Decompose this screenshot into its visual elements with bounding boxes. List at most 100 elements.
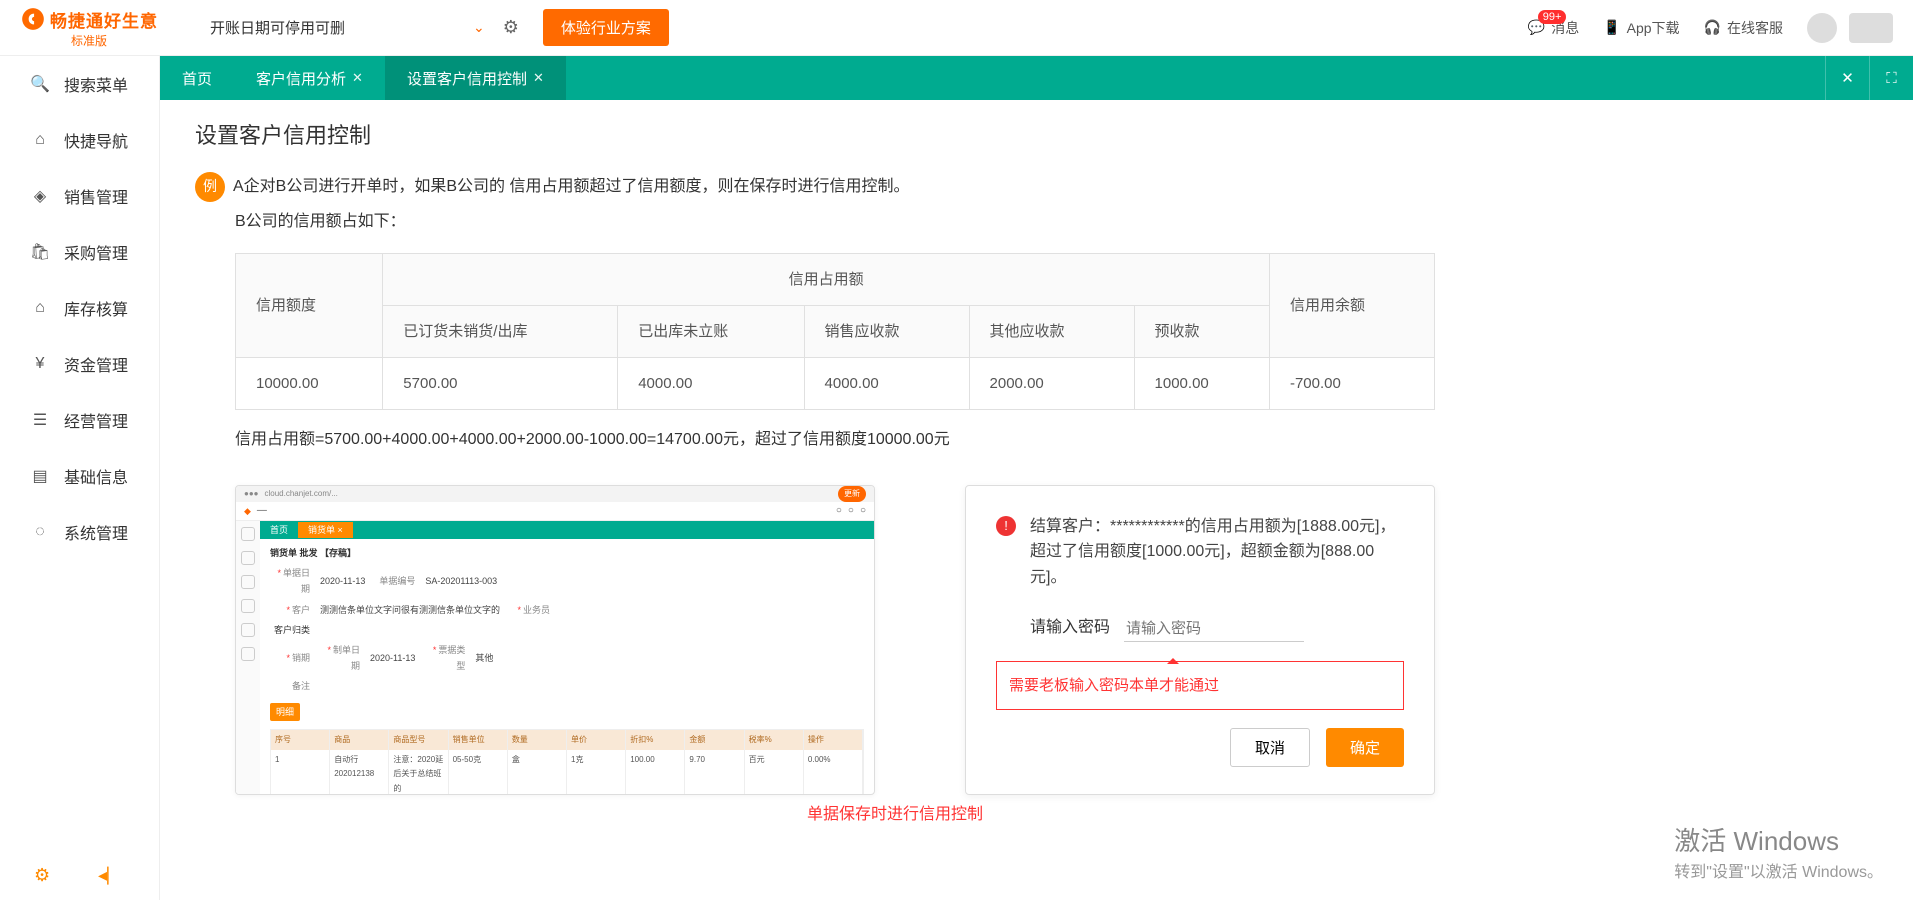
sidebar-item-label: 销售管理 [64, 184, 128, 208]
close-icon[interactable]: ✕ [533, 70, 544, 86]
watermark-title: 激活 Windows [1674, 821, 1883, 858]
page-title: 设置客户信用控制 [195, 118, 1878, 150]
tab-bar: 首页 客户信用分析 ✕ 设置客户信用控制✕ ✕ ⛶ [160, 56, 1913, 100]
illus-lab: 客户 [270, 602, 310, 618]
sidebar-item-search[interactable]: 🔍 搜索菜单 [0, 56, 159, 112]
illus-lab: 业务员 [510, 602, 550, 618]
illus-val: 2020-11-13 [370, 650, 415, 666]
sidebar-item-label: 搜索菜单 [64, 72, 128, 96]
password-label: 请输入密码 [1030, 614, 1110, 643]
sidebar-item-label: 基础信息 [64, 464, 128, 488]
password-note: 需要老板输入密码本单才能通过 [996, 661, 1404, 710]
th-c5: 预收款 [1134, 305, 1269, 357]
account-book-selector[interactable]: 开账日期可停用可删 ⌄ [210, 17, 485, 38]
money-icon: ¥ [30, 354, 50, 374]
app-download-label: App下载 [1627, 18, 1680, 38]
fullscreen-icon[interactable]: ⛶ [1869, 56, 1913, 100]
sidebar-item-stock[interactable]: ⌂ 库存核算 [0, 280, 159, 336]
illus-tab: 首页 [260, 522, 298, 538]
example-sentence-1: A企对B公司进行开单时，如果B公司的 信用占用额超过了信用额度，则在保存时进行信… [233, 178, 909, 195]
illus-lab: 单据编号 [375, 573, 415, 589]
tab-label: 客户信用分析 [256, 68, 346, 89]
messages-button[interactable]: 💬 99+ 消息 [1528, 18, 1579, 38]
sidebar-item-operation[interactable]: ☰经营管理 [0, 392, 159, 448]
th-c2: 已出库未立账 [618, 305, 804, 357]
th-c3: 销售应收款 [804, 305, 969, 357]
customer-service-label: 在线客服 [1727, 18, 1783, 38]
example-block: 例A企对B公司进行开单时，如果B公司的 信用占用额超过了信用额度，则在保存时进行… [235, 172, 1578, 829]
close-all-tabs-icon[interactable]: ✕ [1825, 56, 1869, 100]
app-header: 畅捷通好生意 标准版 开账日期可停用可删 ⌄ ⚙ 体验行业方案 💬 99+ 消息… [0, 0, 1913, 56]
tag-icon: ◈ [30, 186, 50, 206]
password-input[interactable] [1124, 616, 1304, 642]
user-avatar-small[interactable] [1807, 13, 1837, 43]
gear-outline-icon: ◌ [30, 522, 50, 542]
settings-icon[interactable]: ⚙ [34, 865, 50, 886]
example-sentence-2: B公司的信用额占如下： [235, 208, 1578, 237]
close-icon[interactable]: ✕ [352, 70, 363, 86]
illus-lab: 销期 [270, 650, 310, 666]
illus-lab: 单据日期 [270, 565, 310, 597]
experience-button[interactable]: 体验行业方案 [543, 9, 669, 46]
sidebar-item-label: 库存核算 [64, 296, 128, 320]
dialog-message: 结算客户：************的信用占用额为[1888.00元]，超过了信用… [1030, 514, 1404, 591]
sidebar-item-sales[interactable]: ◈ 销售管理 [0, 168, 159, 224]
td-c3: 4000.00 [804, 357, 969, 409]
tab-label: 首页 [182, 68, 212, 89]
td-c4: 2000.00 [969, 357, 1134, 409]
warehouse-icon: ⌂ [30, 298, 50, 318]
sidebar-item-label: 经营管理 [64, 408, 128, 432]
brand-icon [20, 6, 46, 32]
sidebar-item-base[interactable]: ▤ 基础信息 [0, 448, 159, 504]
calc-line: 信用占用额=5700.00+4000.00+4000.00+2000.00-10… [235, 426, 1578, 455]
example-badge-icon: 例 [195, 172, 225, 202]
collapse-sidebar-icon[interactable]: ◂⎸ [98, 865, 125, 886]
sidebar-item-label: 采购管理 [64, 240, 128, 264]
th-credit-used: 信用占用额 [383, 253, 1270, 305]
home-icon: ⌂ [30, 130, 50, 150]
ok-button[interactable]: 确定 [1326, 728, 1404, 767]
illus-url: cloud.chanjet.com/... [265, 487, 338, 501]
sidebar-item-purchase[interactable]: 🛍 采购管理 [0, 224, 159, 280]
cart-icon: 🛍 [30, 242, 50, 262]
illus-subtab: 明细 [270, 703, 300, 721]
cancel-button[interactable]: 取消 [1230, 728, 1310, 767]
watermark-sub: 转到"设置"以激活 Windows。 [1674, 858, 1883, 882]
sidebar-item-funds[interactable]: ¥资金管理 [0, 336, 159, 392]
tab-credit-control[interactable]: 设置客户信用控制✕ [385, 56, 566, 100]
windows-watermark: 激活 Windows 转到"设置"以激活 Windows。 [1674, 821, 1883, 882]
page-content: 设置客户信用控制 例A企对B公司进行开单时，如果B公司的 信用占用额超过了信用额… [160, 100, 1913, 900]
sidebar-item-label: 快捷导航 [64, 128, 128, 152]
sidebar-item-quicknav[interactable]: ⌂ 快捷导航 [0, 112, 159, 168]
brand-logo: 畅捷通好生意 标准版 [0, 6, 160, 49]
sidebar-item-system[interactable]: ◌系统管理 [0, 504, 159, 560]
td-c5: 1000.00 [1134, 357, 1269, 409]
td-c1: 5700.00 [383, 357, 618, 409]
chevron-down-icon: ⌄ [473, 19, 485, 36]
td-credit: 10000.00 [236, 357, 383, 409]
customer-service-button[interactable]: 🎧 在线客服 [1704, 18, 1783, 38]
illus-lab: 备注 [270, 678, 310, 694]
tab-home[interactable]: 首页 [160, 56, 234, 100]
tab-credit-analysis[interactable]: 客户信用分析 ✕ [234, 56, 385, 100]
illus-doc-title: 销货单 批发 【存稿】 [270, 545, 864, 561]
td-c2: 4000.00 [618, 357, 804, 409]
illus-lab: 制单日期 [320, 642, 360, 674]
illus-val: 2020-11-13 [320, 573, 365, 589]
card-icon: ▤ [30, 466, 50, 486]
sidebar-footer: ⚙ ◂⎸ [0, 851, 159, 900]
sidebar: 🔍 搜索菜单 ⌂ 快捷导航 ◈ 销售管理 🛍 采购管理 ⌂ 库存核算 ¥资金管理 ☰经营管… [0, 56, 160, 900]
headset-icon: 🎧 [1704, 19, 1721, 36]
illustration-caption: 单据保存时进行信用控制 [575, 801, 1215, 830]
brand-edition: 标准版 [71, 32, 107, 49]
app-download-button[interactable]: 📱 App下载 [1603, 18, 1679, 38]
illus-refresh: 更新 [838, 486, 866, 502]
user-avatar-large[interactable] [1849, 13, 1893, 43]
th-credit-balance: 信用用余额 [1269, 253, 1434, 357]
credit-dialog-illustration: ! 结算客户：************的信用占用额为[1888.00元]，超过了… [965, 485, 1435, 795]
search-icon: 🔍 [30, 74, 50, 94]
account-book-label: 开账日期可停用可删 [210, 17, 345, 38]
gear-icon[interactable]: ⚙ [503, 17, 519, 38]
phone-icon: 📱 [1603, 19, 1620, 36]
messages-badge: 99+ [1538, 10, 1567, 24]
